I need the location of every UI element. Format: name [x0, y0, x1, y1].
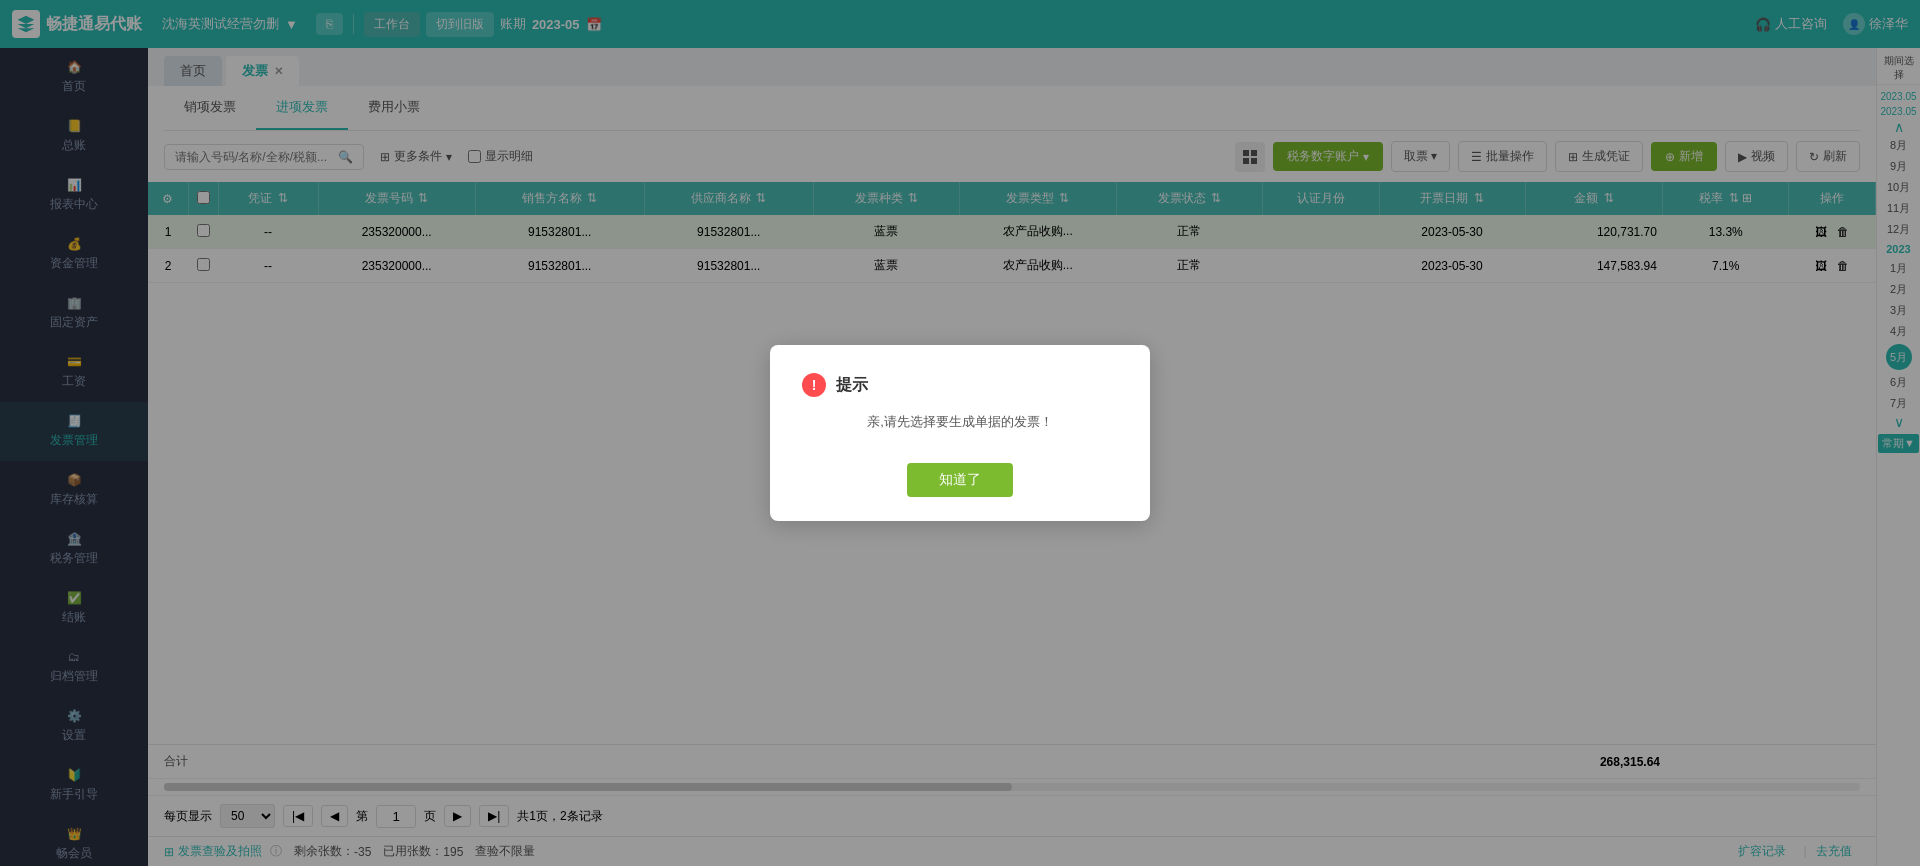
modal-dialog: ! 提示 亲,请先选择要生成单据的发票！ 知道了: [770, 345, 1150, 521]
warning-icon: !: [802, 373, 826, 397]
modal-title-row: ! 提示: [802, 373, 868, 397]
modal-overlay: ! 提示 亲,请先选择要生成单据的发票！ 知道了: [0, 0, 1920, 866]
modal-ok-btn[interactable]: 知道了: [907, 463, 1013, 497]
modal-footer: 知道了: [770, 451, 1150, 521]
modal-message: 亲,请先选择要生成单据的发票！: [857, 413, 1063, 431]
modal-body: ! 提示 亲,请先选择要生成单据的发票！: [770, 345, 1150, 451]
modal-title: 提示: [836, 375, 868, 396]
